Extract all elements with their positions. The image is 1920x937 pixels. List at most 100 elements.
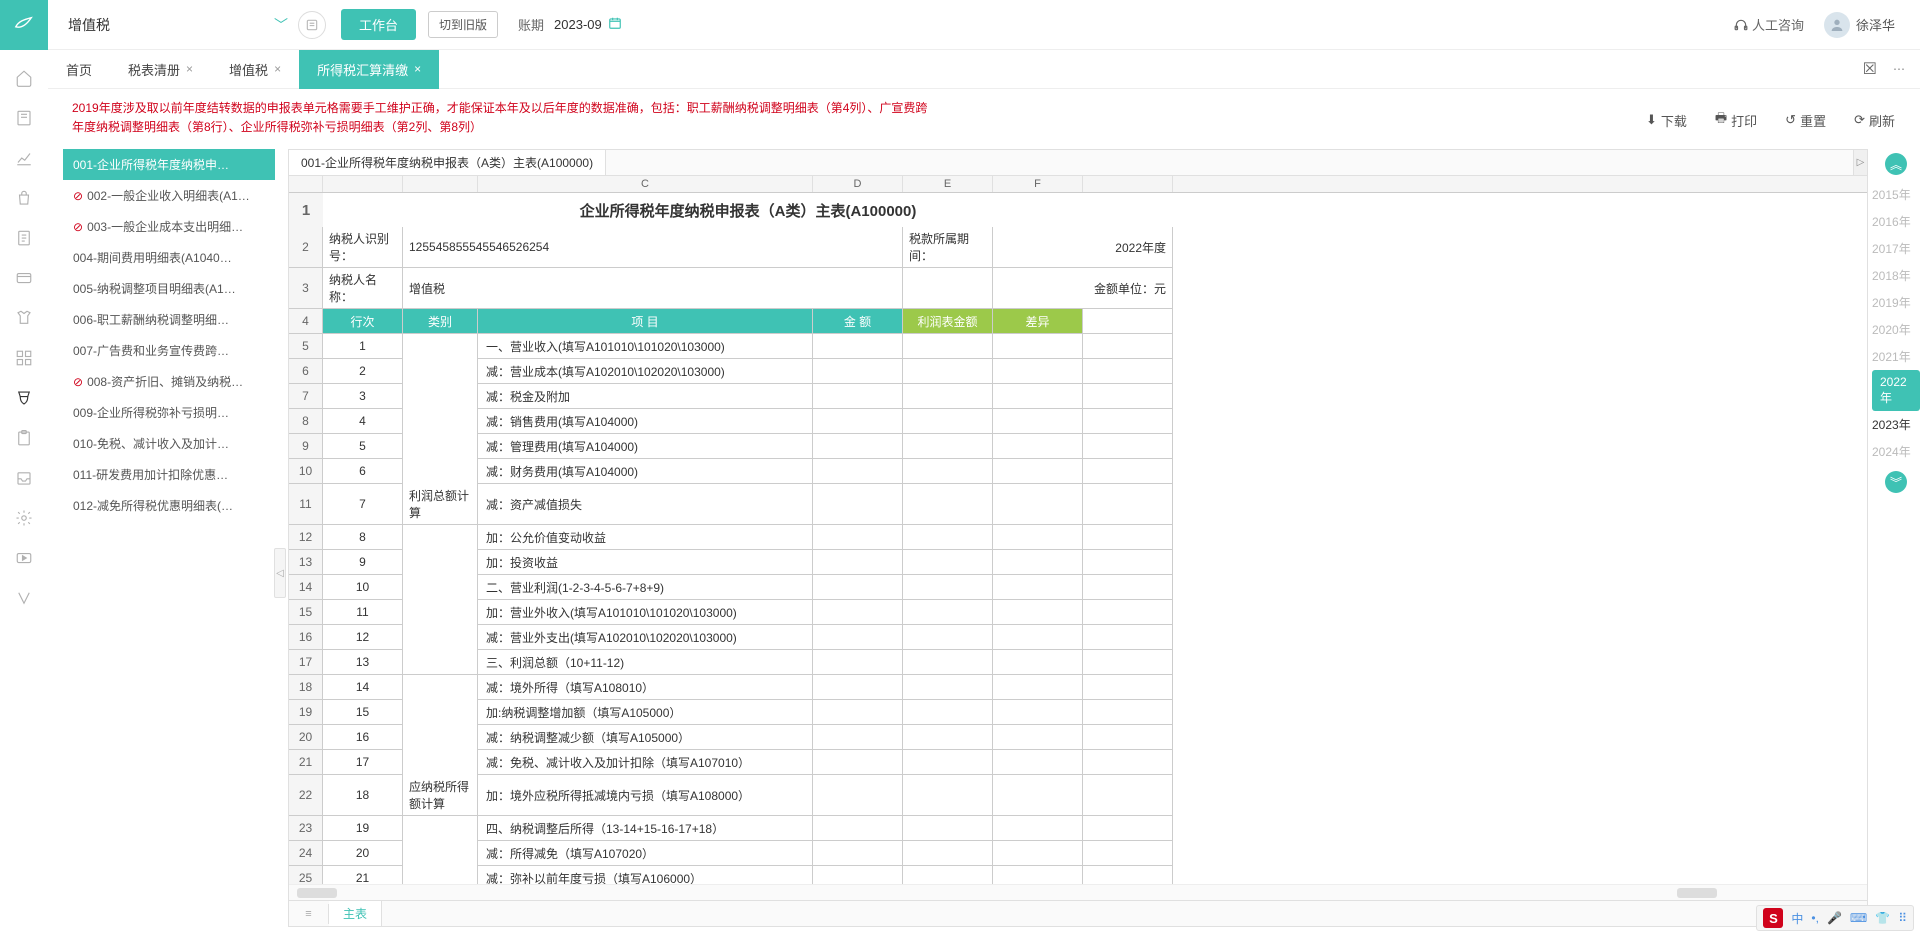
cell[interactable] xyxy=(1083,434,1173,459)
tree-item-012[interactable]: 012-减免所得税优惠明细表(… xyxy=(63,490,275,521)
nav-tax-icon[interactable] xyxy=(0,378,48,418)
nav-video-icon[interactable] xyxy=(0,538,48,578)
tabs-more-icon[interactable]: ⋯ xyxy=(1893,62,1905,76)
cell[interactable] xyxy=(903,775,993,816)
close-icon[interactable]: × xyxy=(414,62,421,76)
cell[interactable] xyxy=(813,750,903,775)
tree-item-002[interactable]: ⊘002-一般企业收入明细表(A1… xyxy=(63,180,275,211)
switch-old-button[interactable]: 切到旧版 xyxy=(428,11,498,38)
cell[interactable] xyxy=(993,359,1083,384)
cell[interactable] xyxy=(813,841,903,866)
tab-tax-list[interactable]: 税表清册× xyxy=(110,50,211,89)
nav-v-icon[interactable] xyxy=(0,578,48,618)
cell[interactable] xyxy=(813,384,903,409)
cell[interactable] xyxy=(903,484,993,525)
tree-item-001[interactable]: 001-企业所得税年度纳税申… xyxy=(63,149,275,180)
year-2016年[interactable]: 2016年 xyxy=(1872,208,1920,235)
ime-punct-icon[interactable]: •, xyxy=(1811,911,1819,925)
cell[interactable] xyxy=(1083,816,1173,841)
company-select[interactable]: 增值税 ﹀ xyxy=(68,15,288,35)
period-value[interactable]: 2023-09 xyxy=(554,17,602,32)
year-2024年[interactable]: 2024年 xyxy=(1872,438,1920,465)
tree-item-004[interactable]: 004-期间费用明细表(A1040… xyxy=(63,242,275,273)
cell[interactable] xyxy=(813,409,903,434)
cell[interactable] xyxy=(813,650,903,675)
cell[interactable] xyxy=(813,625,903,650)
cell[interactable] xyxy=(993,866,1083,884)
cell[interactable] xyxy=(903,525,993,550)
cell[interactable] xyxy=(993,725,1083,750)
nav-inbox-icon[interactable] xyxy=(0,458,48,498)
cell[interactable] xyxy=(1083,550,1173,575)
cell[interactable] xyxy=(993,600,1083,625)
tree-item-011[interactable]: 011-研发费用加计扣除优惠… xyxy=(63,459,275,490)
cell[interactable] xyxy=(813,700,903,725)
user-name[interactable]: 徐泽华 xyxy=(1856,15,1895,34)
cell[interactable] xyxy=(903,575,993,600)
cell[interactable] xyxy=(903,750,993,775)
cell[interactable] xyxy=(813,550,903,575)
cell[interactable] xyxy=(903,650,993,675)
tree-item-010[interactable]: 010-免税、减计收入及加计… xyxy=(63,428,275,459)
tree-item-007[interactable]: 007-广告费和业务宣传费跨… xyxy=(63,335,275,366)
cell[interactable] xyxy=(993,625,1083,650)
cell[interactable] xyxy=(903,434,993,459)
cell[interactable] xyxy=(993,384,1083,409)
year-scroll-down[interactable]: ︾ xyxy=(1885,471,1907,493)
nav-clip-icon[interactable] xyxy=(0,418,48,458)
avatar[interactable] xyxy=(1824,12,1850,38)
cell[interactable] xyxy=(1083,775,1173,816)
tree-item-005[interactable]: 005-纳税调整项目明细表(A1… xyxy=(63,273,275,304)
cell[interactable] xyxy=(1083,459,1173,484)
close-icon[interactable]: × xyxy=(274,62,281,76)
cell[interactable] xyxy=(1083,484,1173,525)
sheet-tab-title[interactable]: 001-企业所得税年度纳税申报表（A类）主表(A100000) xyxy=(289,150,606,175)
tab-home[interactable]: 首页 xyxy=(48,50,110,89)
ime-toolbar[interactable]: S 中 •, 🎤 ⌨ 👕 ⠿ xyxy=(1756,905,1914,931)
cell[interactable] xyxy=(1083,575,1173,600)
ime-mode[interactable]: 中 xyxy=(1791,910,1803,927)
cell[interactable] xyxy=(993,675,1083,700)
nav-book-icon[interactable] xyxy=(0,98,48,138)
year-2021年[interactable]: 2021年 xyxy=(1872,343,1920,370)
tree-item-008[interactable]: ⊘008-资产折旧、摊销及纳税… xyxy=(63,366,275,397)
cell[interactable] xyxy=(993,459,1083,484)
cell[interactable] xyxy=(1083,700,1173,725)
cell[interactable] xyxy=(813,775,903,816)
cell[interactable] xyxy=(1083,625,1173,650)
year-scroll-up[interactable]: ︽ xyxy=(1885,153,1907,175)
cell[interactable] xyxy=(993,700,1083,725)
folder-button[interactable] xyxy=(298,11,326,39)
cell[interactable] xyxy=(1083,841,1173,866)
refresh-button[interactable]: ⟳ 刷新 xyxy=(1854,109,1895,131)
cell[interactable] xyxy=(993,575,1083,600)
cell[interactable] xyxy=(903,816,993,841)
sheet-footer-name[interactable]: 主表 xyxy=(329,901,382,926)
cell[interactable] xyxy=(1083,409,1173,434)
cell[interactable] xyxy=(903,409,993,434)
tab-vat[interactable]: 增值税× xyxy=(211,50,299,89)
cell[interactable] xyxy=(1083,750,1173,775)
download-button[interactable]: ⬇ 下载 xyxy=(1646,109,1687,131)
close-all-tabs[interactable]: ☒ xyxy=(1857,56,1883,82)
year-2022年[interactable]: 2022年 xyxy=(1872,370,1920,411)
cell[interactable] xyxy=(993,484,1083,525)
cell[interactable] xyxy=(1083,359,1173,384)
ime-keyboard-icon[interactable]: ⌨ xyxy=(1850,911,1867,925)
cell[interactable] xyxy=(813,866,903,884)
logo-icon[interactable] xyxy=(0,0,48,50)
ime-skin-icon[interactable]: 👕 xyxy=(1875,911,1890,925)
cell[interactable] xyxy=(993,841,1083,866)
cell[interactable] xyxy=(903,625,993,650)
cell[interactable] xyxy=(903,359,993,384)
cell[interactable] xyxy=(813,725,903,750)
ime-tools-icon[interactable]: ⠿ xyxy=(1898,911,1907,925)
tree-item-003[interactable]: ⊘003-一般企业成本支出明细… xyxy=(63,211,275,242)
tree-item-009[interactable]: 009-企业所得税弥补亏损明… xyxy=(63,397,275,428)
cell[interactable] xyxy=(903,600,993,625)
cell[interactable] xyxy=(813,334,903,359)
cell[interactable] xyxy=(813,459,903,484)
tab-income-tax[interactable]: 所得税汇算清缴× xyxy=(299,50,439,89)
cell[interactable] xyxy=(993,409,1083,434)
cell[interactable] xyxy=(1083,334,1173,359)
